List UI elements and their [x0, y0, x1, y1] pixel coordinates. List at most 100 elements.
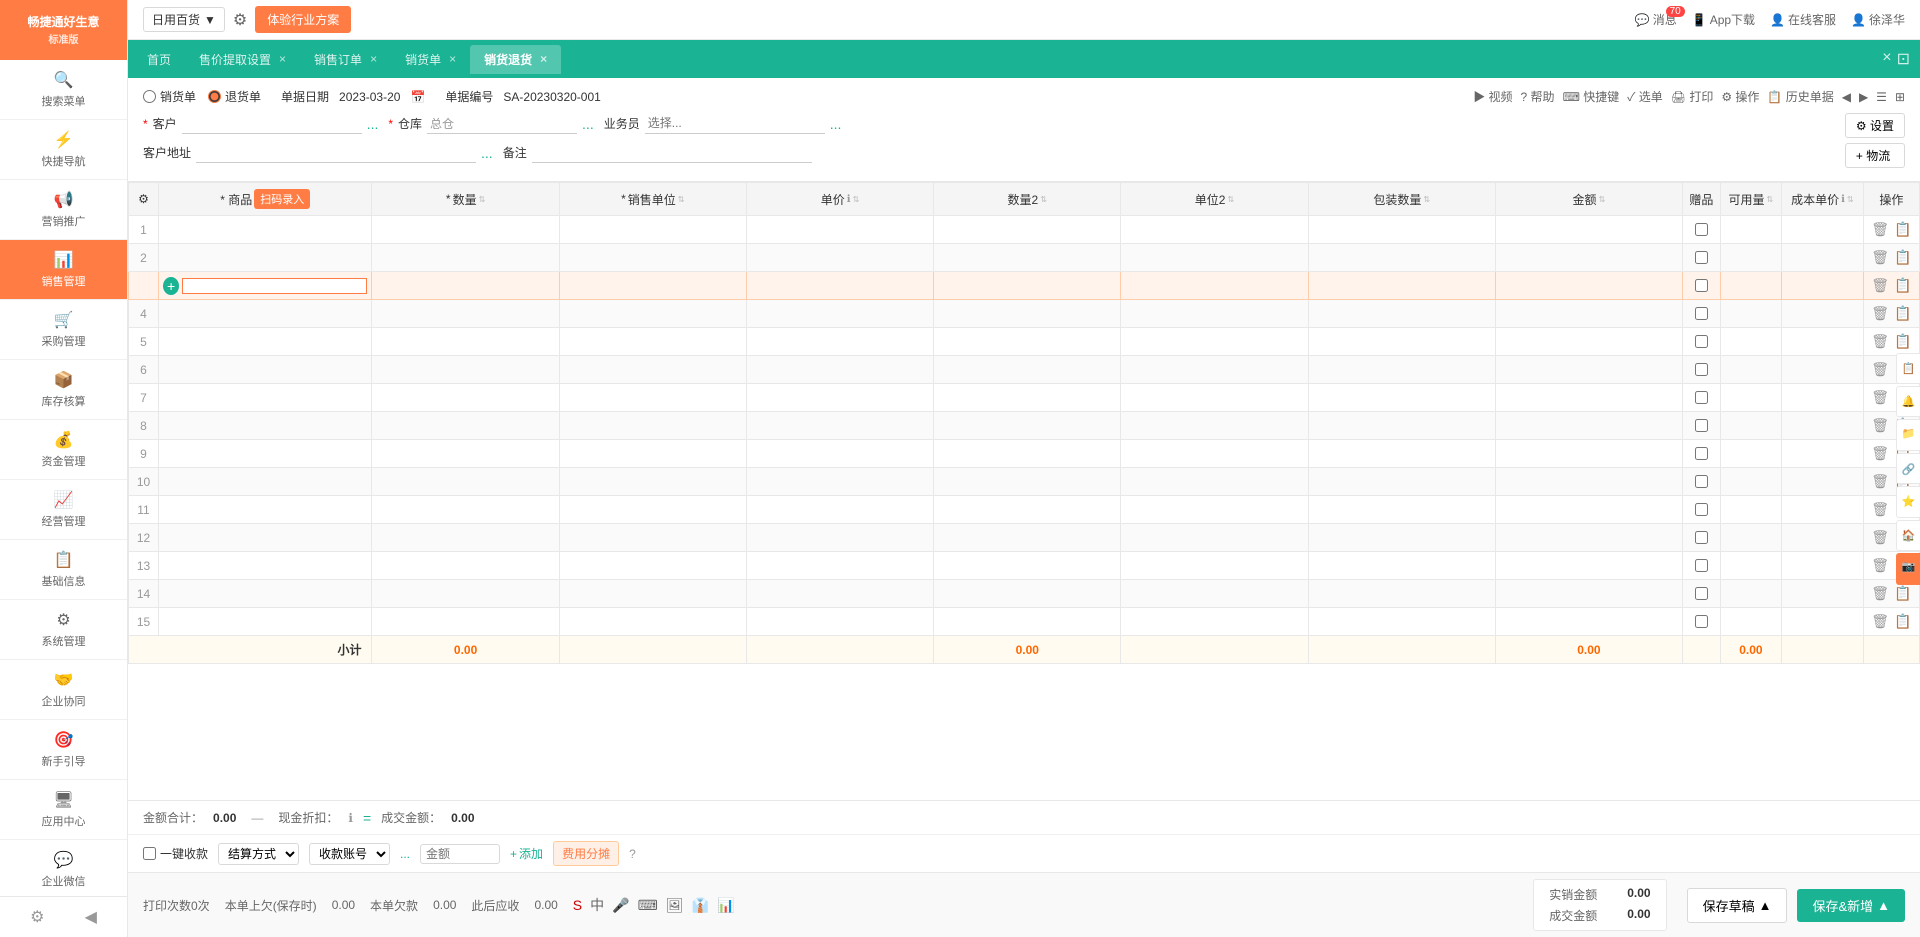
right-panel-btn-3[interactable]: 📁 — [1896, 419, 1920, 450]
copy-btn-3[interactable]: 📋 — [1894, 277, 1911, 294]
address-input[interactable] — [196, 142, 476, 163]
user-profile-btn[interactable]: 👤 徐泽华 — [1851, 11, 1905, 28]
row-6-available[interactable] — [1720, 356, 1781, 384]
row-7-cost[interactable] — [1782, 384, 1864, 412]
row-11-qty2[interactable] — [934, 496, 1121, 524]
row-13-price[interactable] — [746, 552, 933, 580]
delete-btn-9[interactable]: 🗑 — [1871, 445, 1889, 462]
tool-icon-2[interactable]: 🎤 — [612, 897, 629, 914]
row-12-cost[interactable] — [1782, 524, 1864, 552]
calendar-icon[interactable]: 📅 — [410, 90, 425, 104]
sidebar-item-12[interactable]: 🖥应用中心 — [0, 780, 127, 840]
row-11-unit[interactable] — [559, 496, 746, 524]
row-12-product[interactable] — [159, 524, 372, 552]
row-8-unit2[interactable] — [1121, 412, 1308, 440]
delete-btn-7[interactable]: 🗑 — [1871, 389, 1889, 406]
row-15-qty2[interactable] — [934, 608, 1121, 636]
row-4-pkg[interactable] — [1308, 300, 1495, 328]
tool-icon-3[interactable]: ⌨ — [638, 897, 658, 914]
sidebar-item-8[interactable]: 📋基础信息 — [0, 540, 127, 600]
print-btn[interactable]: 🖨 打印 — [1671, 88, 1714, 105]
radio-return-bill[interactable]: 退货单 — [208, 88, 261, 105]
row-7-qty[interactable] — [372, 384, 559, 412]
remark-input[interactable] — [532, 142, 812, 163]
row-7-qty2[interactable] — [934, 384, 1121, 412]
row-14-unit[interactable] — [559, 580, 746, 608]
row-14-price[interactable] — [746, 580, 933, 608]
row-4-qty[interactable] — [372, 300, 559, 328]
row-13-qty[interactable] — [372, 552, 559, 580]
row-4-price[interactable] — [746, 300, 933, 328]
gift-checkbox-10[interactable] — [1695, 475, 1708, 488]
sidebar-item-13[interactable]: 💬企业微信 — [0, 840, 127, 896]
row-6-amount[interactable] — [1495, 356, 1682, 384]
pkg-input-3[interactable] — [1313, 279, 1491, 293]
row-2-unit2[interactable] — [1121, 244, 1308, 272]
row-1-qty[interactable] — [372, 216, 559, 244]
sidebar-item-9[interactable]: ⚙系统管理 — [0, 600, 127, 660]
row-3-gift[interactable] — [1683, 272, 1721, 300]
delete-btn-5[interactable]: 🗑 — [1871, 333, 1889, 350]
delete-btn-12[interactable]: 🗑 — [1871, 529, 1889, 546]
product-input-3[interactable] — [182, 278, 367, 294]
salesperson-select-btn[interactable]: ... — [830, 116, 842, 132]
sidebar-item-7[interactable]: 📈经营管理 — [0, 480, 127, 540]
tab-sales-order[interactable]: 销售订单 × — [300, 45, 391, 74]
row-10-cost[interactable] — [1782, 468, 1864, 496]
row-14-cost[interactable] — [1782, 580, 1864, 608]
tab-sales-bill[interactable]: 销货单 × — [391, 45, 470, 74]
row-5-pkg[interactable] — [1308, 328, 1495, 356]
row-10-qty2[interactable] — [934, 468, 1121, 496]
cost-sort-icon[interactable]: ⇅ — [1847, 195, 1854, 204]
row-13-qty2[interactable] — [934, 552, 1121, 580]
unit-input-3[interactable] — [564, 279, 742, 293]
row-12-available[interactable] — [1720, 524, 1781, 552]
row-4-cost[interactable] — [1782, 300, 1864, 328]
sidebar-item-10[interactable]: 🤝企业协同 — [0, 660, 127, 720]
row-3-cost[interactable] — [1782, 272, 1864, 300]
sidebar-item-3[interactable]: 📊销售管理 — [0, 240, 127, 300]
sidebar-item-6[interactable]: 💰资金管理 — [0, 420, 127, 480]
tab-restore-btn[interactable]: ⊡ — [1897, 49, 1910, 69]
sidebar-item-2[interactable]: 📢营销推广 — [0, 180, 127, 240]
warehouse-input[interactable] — [427, 113, 577, 134]
gift-checkbox-2[interactable] — [1695, 251, 1708, 264]
tab-price-settings[interactable]: 售价提取设置 × — [185, 45, 300, 74]
row-4-product[interactable] — [159, 300, 372, 328]
right-panel-btn-2[interactable]: 🔔 — [1896, 386, 1920, 417]
row-14-amount[interactable] — [1495, 580, 1682, 608]
row-2-unit[interactable] — [559, 244, 746, 272]
gift-checkbox-5[interactable] — [1695, 335, 1708, 348]
row-14-qty[interactable] — [372, 580, 559, 608]
gift-checkbox-15[interactable] — [1695, 615, 1708, 628]
row-15-cost[interactable] — [1782, 608, 1864, 636]
row-15-gift[interactable] — [1683, 608, 1721, 636]
row-11-amount[interactable] — [1495, 496, 1682, 524]
row-14-product[interactable] — [159, 580, 372, 608]
account-ellipsis[interactable]: ... — [400, 847, 410, 861]
row-7-price[interactable] — [746, 384, 933, 412]
one-click-pay-checkbox[interactable]: 一键收款 — [143, 845, 208, 862]
unit2-input-3[interactable] — [1125, 279, 1303, 293]
tab-price-close[interactable]: × — [279, 52, 286, 66]
row-11-qty[interactable] — [372, 496, 559, 524]
gift-checkbox-1[interactable] — [1695, 223, 1708, 236]
row-3-pkg[interactable] — [1308, 272, 1495, 300]
sidebar-item-1[interactable]: ⚡快捷导航 — [0, 120, 127, 180]
row-12-unit2[interactable] — [1121, 524, 1308, 552]
row-4-qty2[interactable] — [934, 300, 1121, 328]
row-10-gift[interactable] — [1683, 468, 1721, 496]
nav-prev-btn[interactable]: ◀ — [1842, 90, 1851, 104]
row-2-qty2[interactable] — [934, 244, 1121, 272]
row-7-available[interactable] — [1720, 384, 1781, 412]
scan-input-btn[interactable]: 扫码录入 — [254, 189, 310, 209]
row-2-available[interactable] — [1720, 244, 1781, 272]
sidebar-settings-icon[interactable]: ⚙ — [30, 907, 44, 927]
tab-close-all-btn[interactable]: × — [1882, 49, 1891, 69]
row-7-unit[interactable] — [559, 384, 746, 412]
row-7-unit2[interactable] — [1121, 384, 1308, 412]
copy-btn-1[interactable]: 📋 — [1894, 221, 1911, 238]
gift-checkbox-13[interactable] — [1695, 559, 1708, 572]
sidebar-item-0[interactable]: 🔍搜索菜单 — [0, 60, 127, 120]
row-3-available[interactable] — [1720, 272, 1781, 300]
